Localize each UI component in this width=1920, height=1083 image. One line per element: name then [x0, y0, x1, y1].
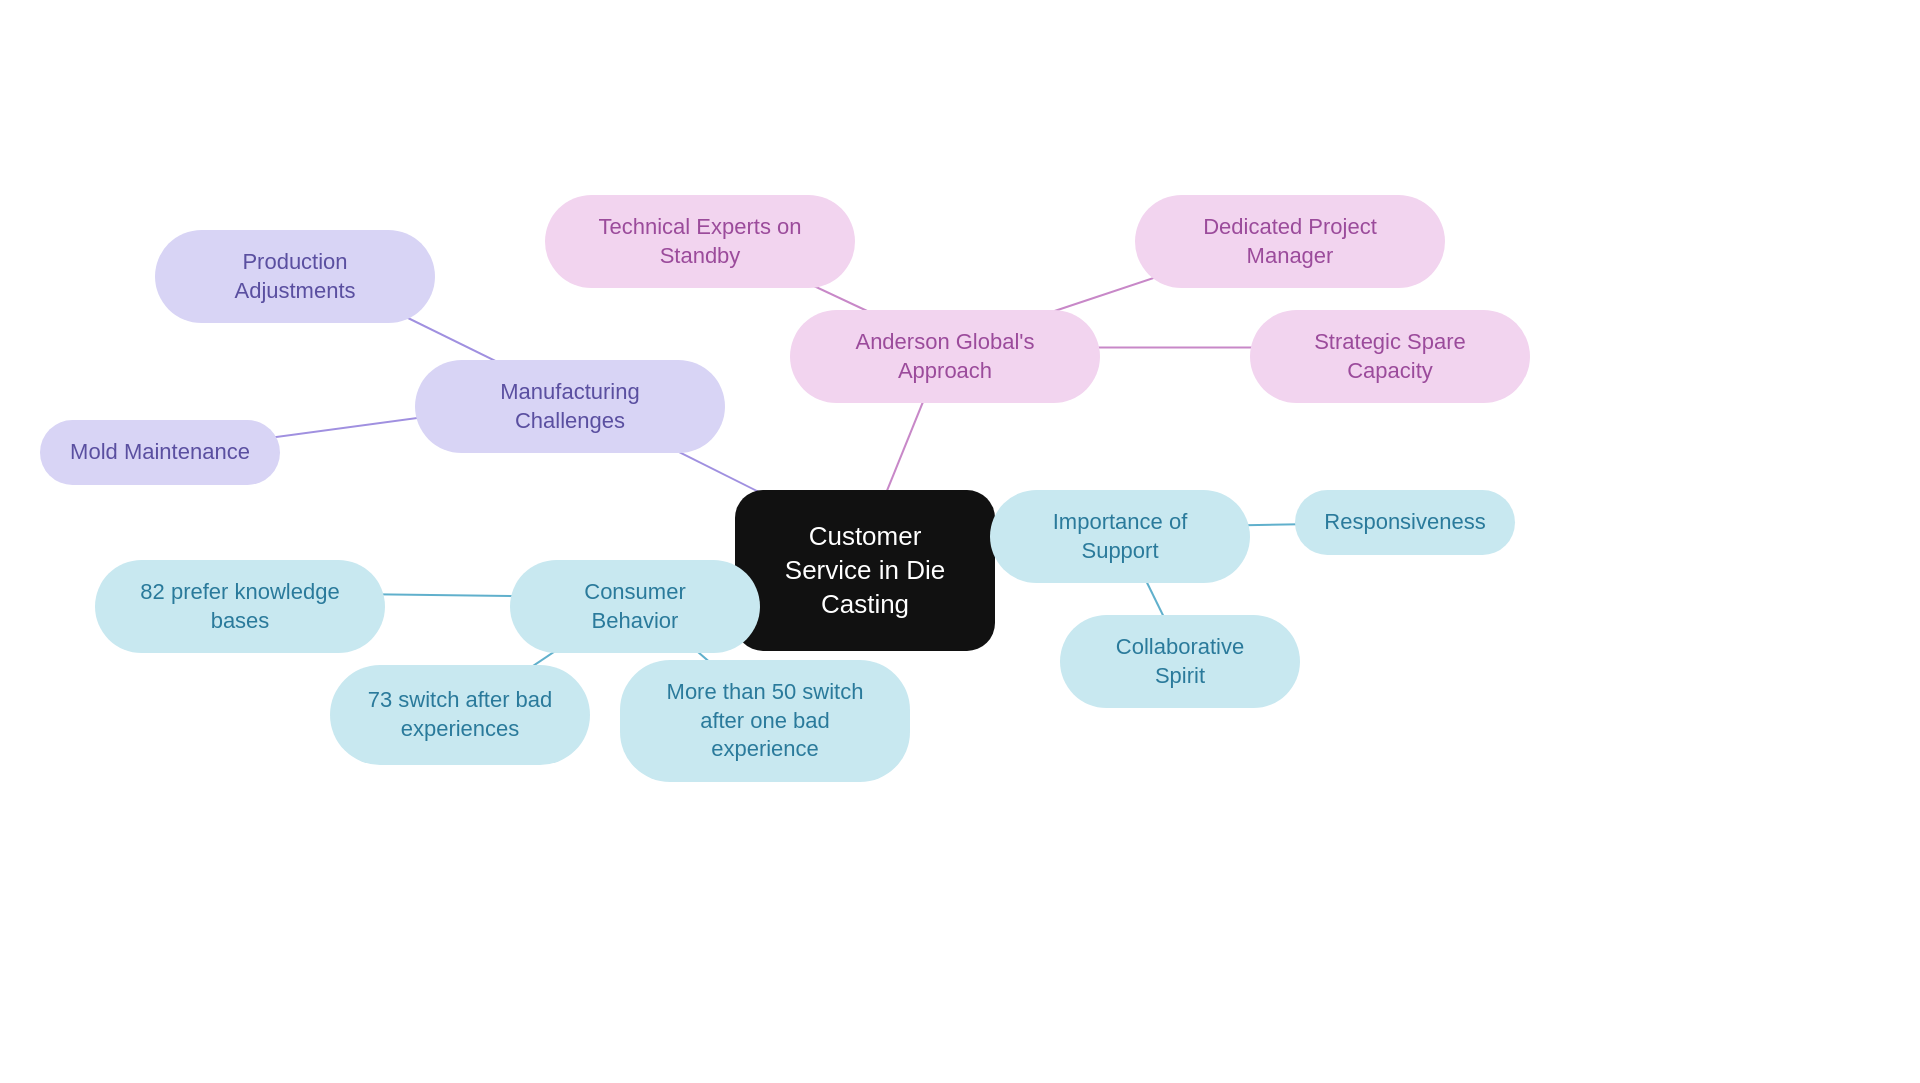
technical-experts-node: Technical Experts on Standby [545, 195, 855, 288]
strategic-spare-node: Strategic Spare Capacity [1250, 310, 1530, 403]
mold-maintenance-node: Mold Maintenance [40, 420, 280, 485]
consumer-behavior-node: Consumer Behavior [510, 560, 760, 653]
switch-one-bad-node: More than 50 switch after one bad experi… [620, 660, 910, 782]
manufacturing-challenges-node: Manufacturing Challenges [415, 360, 725, 453]
production-adjustments-node: Production Adjustments [155, 230, 435, 323]
knowledge-bases-node: 82 prefer knowledge bases [95, 560, 385, 653]
anderson-approach-node: Anderson Global's Approach [790, 310, 1100, 403]
importance-support-node: Importance of Support [990, 490, 1250, 583]
dedicated-project-node: Dedicated Project Manager [1135, 195, 1445, 288]
mind-map: Customer Service in Die CastingManufactu… [0, 0, 1920, 1083]
switch-bad-node: 73 switch after bad experiences [330, 665, 590, 765]
center-node: Customer Service in Die Casting [735, 490, 995, 651]
responsiveness-node: Responsiveness [1295, 490, 1515, 555]
collaborative-spirit-node: Collaborative Spirit [1060, 615, 1300, 708]
